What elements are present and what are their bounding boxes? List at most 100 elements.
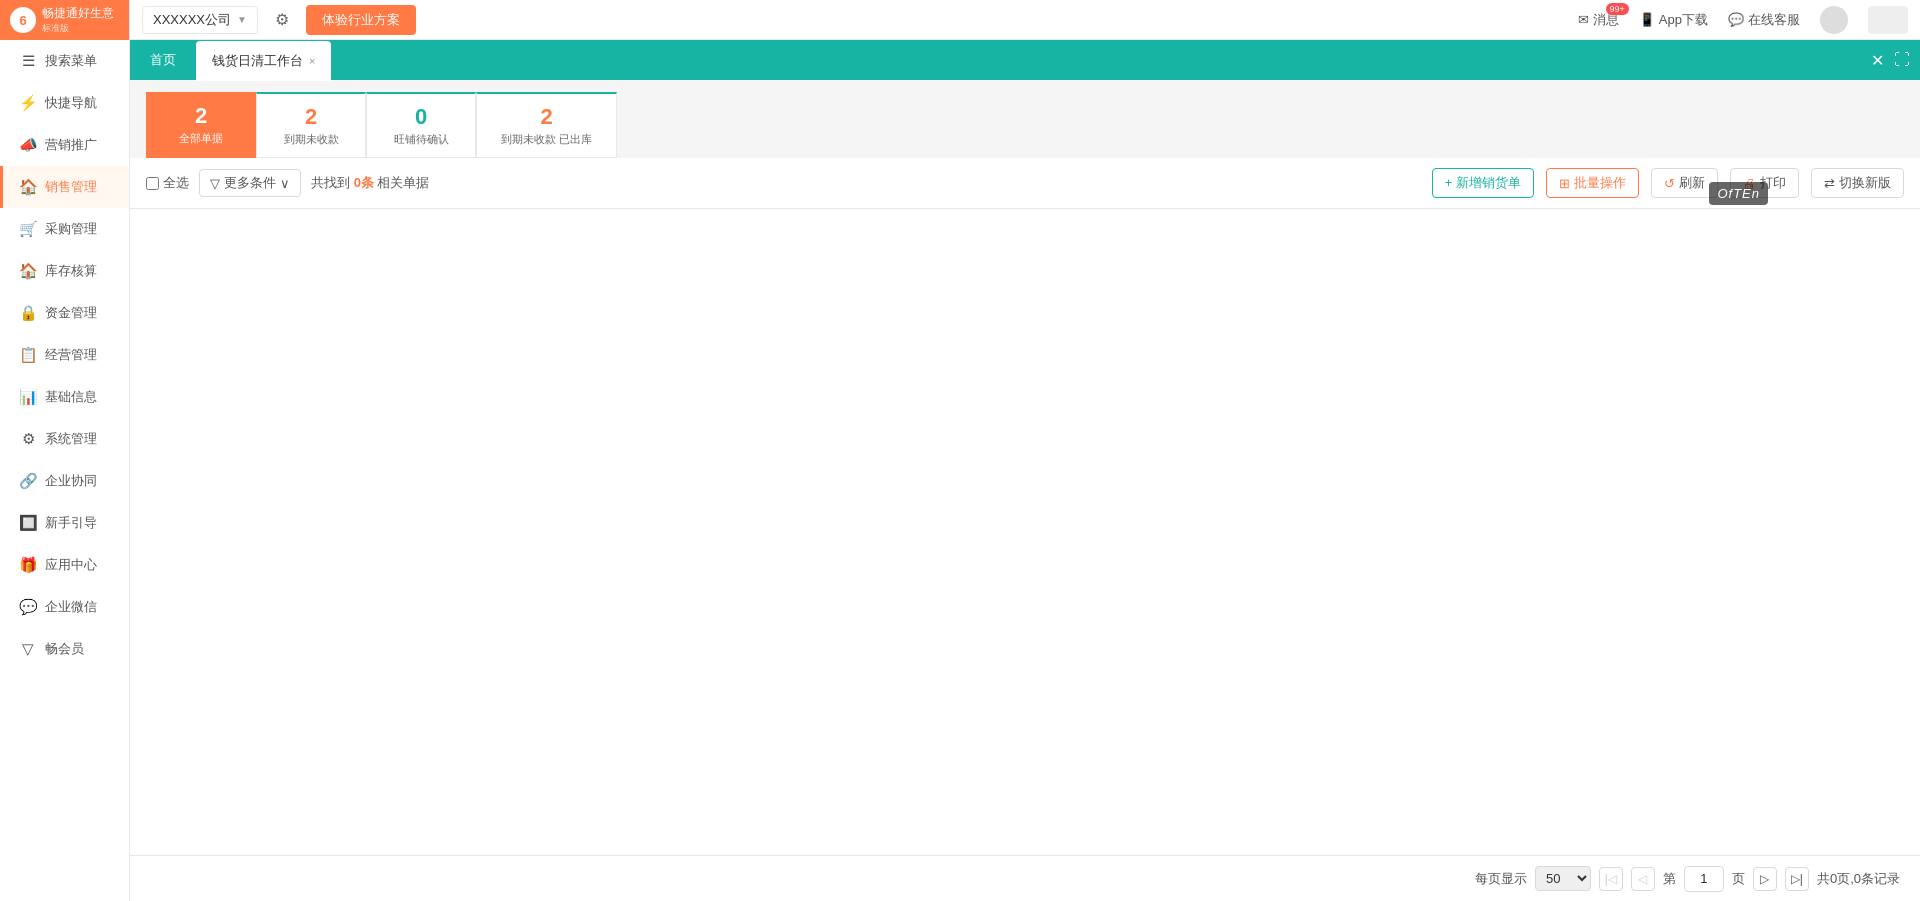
page-size-select[interactable]: 102050100 (1535, 866, 1591, 891)
sidebar-icon-basic-info: 📊 (19, 388, 37, 406)
sidebar-icon-newbie-guide: 🔲 (19, 514, 37, 532)
sidebar-label-sales-mgmt: 销售管理 (45, 178, 97, 196)
sidebar-item-finance-mgmt[interactable]: 🔒 资金管理 (0, 292, 129, 334)
sidebar-label-finance-mgmt: 资金管理 (45, 304, 97, 322)
batch-ops-btn[interactable]: ⊞ 批量操作 (1546, 168, 1639, 198)
found-text: 共找到 0条 相关单据 (311, 174, 429, 192)
sidebar-item-enterprise-wechat[interactable]: 💬企业微信 (0, 586, 129, 628)
page-input[interactable] (1684, 866, 1724, 892)
trial-btn[interactable]: 体验行业方案 (306, 5, 416, 35)
select-all-checkbox[interactable] (146, 177, 159, 190)
work-area: 2 全部单据 2 到期未收款 0 旺铺待确认 2 到期未收款 已出库 全选 ▽ … (130, 80, 1920, 901)
main-content: XXXXXX公司 ▼ ⚙ 体验行业方案 ✉ 消息 99+ 📱 App下载 💬 在… (130, 0, 1920, 901)
message-action[interactable]: ✉ 消息 99+ (1578, 11, 1619, 29)
stats-tabs: 2 全部单据 2 到期未收款 0 旺铺待确认 2 到期未收款 已出库 (130, 80, 1920, 158)
online-service-label: 在线客服 (1748, 11, 1800, 29)
stat-label-all: 全部单据 (179, 131, 223, 146)
stat-tab-overdue-unshipped[interactable]: 2 到期未收款 已出库 (476, 92, 617, 158)
sidebar-icon-enterprise-wechat: 💬 (19, 598, 37, 616)
sidebar-icon-finance-mgmt: 🔒 (19, 304, 37, 322)
select-all-checkbox-label[interactable]: 全选 (146, 174, 189, 192)
sidebar-label-member: 畅会员 (45, 640, 84, 658)
page-next-btn[interactable]: ▷ (1753, 867, 1777, 891)
sidebar-label-search-menu: 搜索菜单 (45, 52, 97, 70)
tab-bar-expand-icon[interactable]: ⛶ (1894, 51, 1910, 69)
sidebar-item-member[interactable]: ▽ 畅会员 (0, 628, 129, 670)
found-count: 0条 (354, 175, 374, 190)
sidebar-label-quick-nav: 快捷导航 (45, 94, 97, 112)
sidebar-item-inventory[interactable]: 🏠库存核算 (0, 250, 129, 292)
stat-label-overdue-unpaid: 到期未收款 (284, 132, 339, 147)
tab-active-label: 钱货日清工作台 (212, 52, 303, 70)
sidebar-item-purchase-mgmt[interactable]: 🛒采购管理 (0, 208, 129, 250)
stat-num-overdue-unpaid: 2 (305, 104, 317, 130)
page-last-btn[interactable]: ▷| (1785, 867, 1809, 891)
switch-icon: ⇄ (1824, 176, 1835, 191)
message-badge: 99+ (1606, 3, 1629, 15)
sidebar-icon-system-mgmt: ⚙ (19, 430, 37, 448)
stat-tab-all[interactable]: 2 全部单据 (146, 92, 256, 158)
company-selector[interactable]: XXXXXX公司 ▼ (142, 6, 258, 34)
sidebar-label-basic-info: 基础信息 (45, 388, 97, 406)
sidebar-item-newbie-guide[interactable]: 🔲新手引导 (0, 502, 129, 544)
refresh-btn[interactable]: ↺ 刷新 (1651, 168, 1718, 198)
user-name-area (1868, 6, 1908, 34)
sidebar-item-enterprise-collab[interactable]: 🔗企业协同 (0, 460, 129, 502)
online-service-icon: 💬 (1728, 12, 1744, 27)
sidebar-item-operation-mgmt[interactable]: 📋经营管理 (0, 334, 129, 376)
tab-bar-close-icon[interactable]: ✕ (1871, 51, 1884, 70)
sidebar-icon-sales-mgmt: 🏠 (19, 178, 37, 196)
page-prev-btn[interactable]: ◁ (1631, 867, 1655, 891)
table-area (130, 209, 1920, 855)
tab-home[interactable]: 首页 (130, 40, 196, 80)
add-sales-order-btn[interactable]: + 新增销货单 (1432, 168, 1534, 198)
switch-version-btn[interactable]: ⇄ 切换新版 (1811, 168, 1904, 198)
sidebar-item-marketing[interactable]: 📣营销推广 (0, 124, 129, 166)
stat-num-overdue-unshipped: 2 (540, 104, 552, 130)
settings-icon[interactable]: ⚙ (268, 6, 296, 34)
page-first-btn[interactable]: |◁ (1599, 867, 1623, 891)
sidebar-item-system-mgmt[interactable]: ⚙ 系统管理 (0, 418, 129, 460)
filter-icon: ▽ (210, 176, 220, 191)
sidebar-icon-marketing: 📣 (19, 136, 37, 154)
sidebar-label-system-mgmt: 系统管理 (45, 430, 97, 448)
sidebar-item-basic-info[interactable]: 📊 基础信息 (0, 376, 129, 418)
company-name: XXXXXX公司 (153, 11, 231, 29)
stat-tab-overdue-unpaid[interactable]: 2 到期未收款 (256, 92, 366, 158)
message-icon: ✉ (1578, 12, 1589, 27)
sidebar-item-quick-nav[interactable]: ⚡快捷导航 (0, 82, 129, 124)
toolbar: 全选 ▽ 更多条件 ∨ 共找到 0条 相关单据 + 新增销货单 ⊞ 批量操作 ↺… (130, 158, 1920, 209)
page-size-label: 每页显示 (1475, 870, 1527, 888)
tab-bar: 首页 钱货日清工作台 × ✕ ⛶ (130, 40, 1920, 80)
sidebar-item-app-center[interactable]: 🎁应用中心 (0, 544, 129, 586)
stat-label-wangpu-pending: 旺铺待确认 (394, 132, 449, 147)
top-header: XXXXXX公司 ▼ ⚙ 体验行业方案 ✉ 消息 99+ 📱 App下载 💬 在… (130, 0, 1920, 40)
filter-btn[interactable]: ▽ 更多条件 ∨ (199, 169, 301, 197)
online-service-action[interactable]: 💬 在线客服 (1728, 11, 1800, 29)
stat-num-wangpu-pending: 0 (415, 104, 427, 130)
sidebar-icon-search-menu: ☰ (19, 52, 37, 70)
tab-active[interactable]: 钱货日清工作台 × (196, 41, 331, 81)
pagination: 每页显示 102050100 |◁ ◁ 第 页 ▷ ▷| 共0页,0条记录 (130, 855, 1920, 901)
app-download-label: App下载 (1659, 11, 1708, 29)
filter-dropdown-icon: ∨ (280, 176, 290, 191)
sidebar-menu: ☰ 搜索菜单 ⚡快捷导航📣营销推广 🏠 销售管理 🛒采购管理🏠库存核算 🔒 资金管理 📋经营管理… (0, 40, 129, 901)
app-subtitle: 标准版 (42, 22, 114, 35)
filter-label: 更多条件 (224, 174, 276, 192)
sidebar-icon-purchase-mgmt: 🛒 (19, 220, 37, 238)
batch-icon: ⊞ (1559, 176, 1570, 191)
app-title: 畅捷通好生意 (42, 5, 114, 22)
stat-num-all: 2 (195, 103, 207, 129)
app-download-action[interactable]: 📱 App下载 (1639, 11, 1708, 29)
sidebar-item-search-menu[interactable]: ☰ 搜索菜单 (0, 40, 129, 82)
avatar[interactable] (1820, 6, 1848, 34)
sidebar-label-app-center: 应用中心 (45, 556, 97, 574)
sidebar-label-inventory: 库存核算 (45, 262, 97, 280)
tab-close-icon[interactable]: × (309, 55, 315, 67)
sidebar-icon-member: ▽ (19, 640, 37, 658)
page-unit: 页 (1732, 870, 1745, 888)
refresh-icon: ↺ (1664, 176, 1675, 191)
stat-tab-wangpu-pending[interactable]: 0 旺铺待确认 (366, 92, 476, 158)
sidebar-item-sales-mgmt[interactable]: 🏠 销售管理 (0, 166, 129, 208)
sidebar-icon-enterprise-collab: 🔗 (19, 472, 37, 490)
